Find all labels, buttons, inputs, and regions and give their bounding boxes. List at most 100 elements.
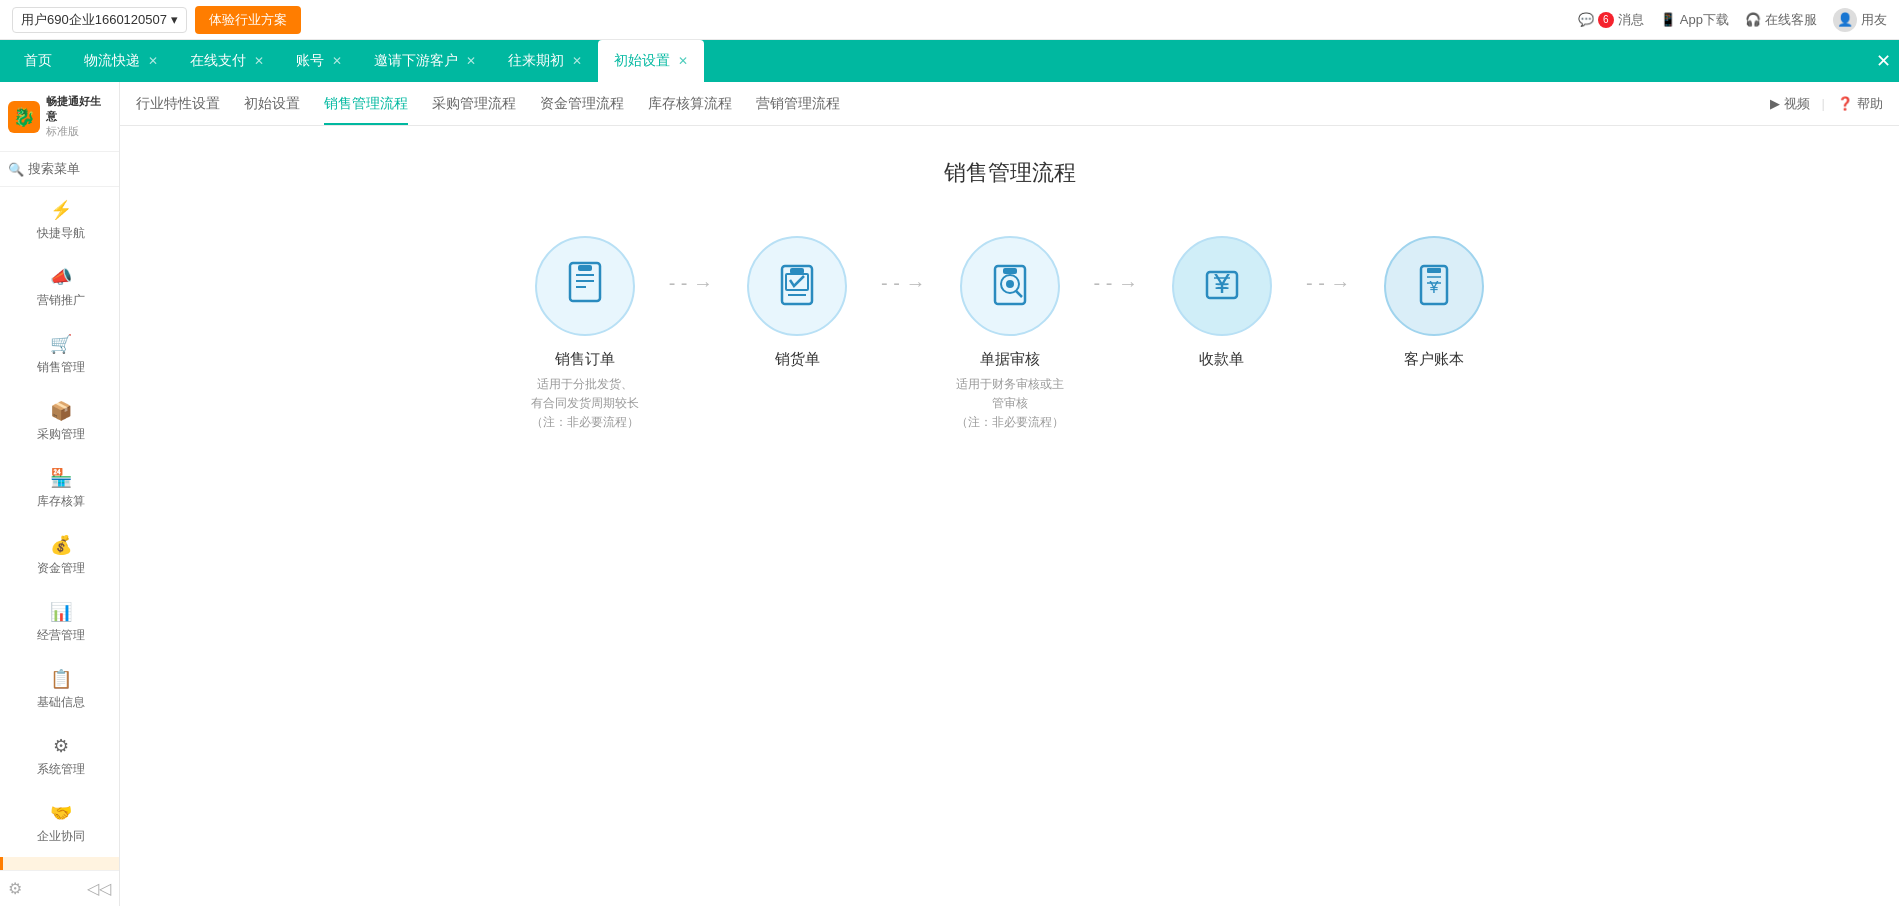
sidebar-item-collab-label: 企业协同 bbox=[37, 828, 85, 845]
service-icon: 🎧 bbox=[1745, 12, 1761, 27]
logo-line2: 标准版 bbox=[46, 124, 111, 139]
sub-nav: 行业特性设置 初始设置 销售管理流程 采购管理流程 资金管理流程 库存核算流程 bbox=[120, 82, 1899, 126]
message-item[interactable]: 💬 6 消息 bbox=[1578, 11, 1644, 29]
sidebar-item-quick-label: 快捷导航 bbox=[37, 225, 85, 242]
trial-button[interactable]: 体验行业方案 bbox=[195, 6, 301, 34]
flow-step-receipt[interactable]: ¥ ¥ 收款单 bbox=[1142, 236, 1302, 375]
sidebar-item-operation[interactable]: 📊 经营管理 bbox=[0, 589, 119, 656]
help-item[interactable]: ❓ 帮助 bbox=[1837, 95, 1883, 113]
sidebar-item-operation-label: 经营管理 bbox=[37, 627, 85, 644]
tab-payment[interactable]: 在线支付 ✕ bbox=[174, 40, 280, 82]
sub-tab-finance-flow[interactable]: 资金管理流程 bbox=[540, 82, 624, 125]
tab-payment-close[interactable]: ✕ bbox=[254, 54, 264, 68]
sub-tab-industry-label: 行业特性设置 bbox=[136, 95, 220, 113]
message-badge: 6 bbox=[1598, 12, 1614, 28]
svg-rect-23 bbox=[1427, 268, 1441, 273]
tab-invite[interactable]: 邀请下游客户 ✕ bbox=[358, 40, 492, 82]
sales-order-icon bbox=[560, 257, 610, 316]
sub-tab-initial-label: 初始设置 bbox=[244, 95, 300, 113]
flow-content: 销售管理流程 bbox=[120, 126, 1899, 906]
flow-step-sales-order[interactable]: 销售订单 适用于分批发货、有合同发货周期较长（注：非必要流程） bbox=[505, 236, 665, 433]
svg-text:¥: ¥ bbox=[1215, 273, 1228, 295]
sidebar-logo: 🐉 畅捷通好生意 标准版 bbox=[0, 82, 119, 152]
avatar-icon: 👤 bbox=[1833, 8, 1857, 32]
delivery-name: 销货单 bbox=[775, 350, 820, 369]
sidebar-item-purchase-label: 采购管理 bbox=[37, 426, 85, 443]
tab-period-close[interactable]: ✕ bbox=[572, 54, 582, 68]
sidebar-items: ⚡ 快捷导航 📣 营销推广 🛒 销售管理 📦 采购管理 🏪 库存核算 💰 bbox=[0, 187, 119, 870]
flow-step-review[interactable]: 单据审核 适用于财务审核或主管审核（注：非必要流程） bbox=[930, 236, 1090, 433]
tab-account-close[interactable]: ✕ bbox=[332, 54, 342, 68]
sub-tab-marketing-flow-label: 营销管理流程 bbox=[756, 95, 840, 113]
top-bar: 用户690企业1660120507 ▾ 体验行业方案 💬 6 消息 📱 App下… bbox=[0, 0, 1899, 40]
app-download-item[interactable]: 📱 App下载 bbox=[1660, 11, 1729, 29]
sidebar-search[interactable]: 🔍 搜索菜单 bbox=[0, 152, 119, 187]
sub-tab-marketing-flow[interactable]: 营销管理流程 bbox=[756, 82, 840, 125]
collapse-icon[interactable]: ◁◁ bbox=[87, 879, 111, 898]
sub-tab-industry[interactable]: 行业特性设置 bbox=[136, 82, 220, 125]
sub-tab-sales-flow[interactable]: 销售管理流程 bbox=[324, 82, 408, 125]
logo-icon: 🐉 bbox=[8, 101, 40, 133]
search-label: 搜索菜单 bbox=[28, 160, 80, 178]
sub-tab-initial[interactable]: 初始设置 bbox=[244, 82, 300, 125]
finance-icon: 💰 bbox=[50, 534, 72, 556]
user-avatar-item[interactable]: 👤 用友 bbox=[1833, 8, 1887, 32]
sidebar-item-collab[interactable]: 🤝 企业协同 bbox=[0, 790, 119, 857]
tab-setup-close[interactable]: ✕ bbox=[678, 54, 688, 68]
sub-tab-purchase-flow[interactable]: 采购管理流程 bbox=[432, 82, 516, 125]
sales-order-name: 销售订单 bbox=[555, 350, 615, 369]
review-icon bbox=[985, 260, 1035, 313]
sub-tab-inventory-flow[interactable]: 库存核算流程 bbox=[648, 82, 732, 125]
sidebar: 🐉 畅捷通好生意 标准版 🔍 搜索菜单 ⚡ 快捷导航 📣 营销推广 🛒 销售管理 bbox=[0, 82, 120, 906]
flow-step-ledger[interactable]: ¥ 客户账本 bbox=[1354, 236, 1514, 375]
sub-nav-right: ▶ 视频 | ❓ 帮助 bbox=[1770, 95, 1883, 113]
flow-step-delivery[interactable]: 销货单 bbox=[717, 236, 877, 375]
inventory-icon: 🏪 bbox=[50, 467, 72, 489]
marketing-promo-icon: 📣 bbox=[50, 266, 72, 288]
sales-order-desc: 适用于分批发货、有合同发货周期较长（注：非必要流程） bbox=[531, 375, 639, 433]
nav-close-all-button[interactable]: ✕ bbox=[1876, 50, 1891, 72]
flow-circle-review bbox=[960, 236, 1060, 336]
tab-invite-close[interactable]: ✕ bbox=[466, 54, 476, 68]
tab-account[interactable]: 账号 ✕ bbox=[280, 40, 358, 82]
video-item[interactable]: ▶ 视频 bbox=[1770, 95, 1810, 113]
svg-rect-4 bbox=[578, 265, 592, 271]
content-area: 行业特性设置 初始设置 销售管理流程 采购管理流程 资金管理流程 库存核算流程 bbox=[120, 82, 1899, 906]
tab-logistics[interactable]: 物流快递 ✕ bbox=[68, 40, 174, 82]
settings-icon[interactable]: ⚙ bbox=[8, 879, 22, 898]
sidebar-item-marketing-promo[interactable]: 📣 营销推广 bbox=[0, 254, 119, 321]
chevron-down-icon: ▾ bbox=[171, 12, 178, 27]
tab-logistics-close[interactable]: ✕ bbox=[148, 54, 158, 68]
sidebar-item-inventory[interactable]: 🏪 库存核算 bbox=[0, 455, 119, 522]
online-service-label: 在线客服 bbox=[1765, 11, 1817, 29]
app-download-label: App下载 bbox=[1680, 11, 1729, 29]
sidebar-item-sales[interactable]: 🛒 销售管理 bbox=[0, 321, 119, 388]
tab-home[interactable]: 首页 bbox=[8, 40, 68, 82]
flow-arrow-3: - - → bbox=[1090, 272, 1142, 295]
tab-setup[interactable]: 初始设置 ✕ bbox=[598, 40, 704, 82]
flow-arrow-4: - - → bbox=[1302, 272, 1354, 295]
user-select[interactable]: 用户690企业1660120507 ▾ bbox=[12, 7, 187, 33]
logo-text: 畅捷通好生意 标准版 bbox=[46, 94, 111, 139]
tab-invite-label: 邀请下游客户 bbox=[374, 52, 458, 70]
sidebar-item-system[interactable]: ⚙ 系统管理 bbox=[0, 723, 119, 790]
video-icon: ▶ bbox=[1770, 96, 1780, 111]
online-service-item[interactable]: 🎧 在线客服 bbox=[1745, 11, 1817, 29]
sub-tab-sales-flow-label: 销售管理流程 bbox=[324, 95, 408, 113]
sidebar-item-purchase[interactable]: 📦 采购管理 bbox=[0, 388, 119, 455]
operation-icon: 📊 bbox=[50, 601, 72, 623]
main-layout: 🐉 畅捷通好生意 标准版 🔍 搜索菜单 ⚡ 快捷导航 📣 营销推广 🛒 销售管理 bbox=[0, 82, 1899, 906]
tab-period-label: 往来期初 bbox=[508, 52, 564, 70]
flow-circle-ledger: ¥ bbox=[1384, 236, 1484, 336]
flow-circle-delivery bbox=[747, 236, 847, 336]
tab-period[interactable]: 往来期初 ✕ bbox=[492, 40, 598, 82]
sidebar-item-quick[interactable]: ⚡ 快捷导航 bbox=[0, 187, 119, 254]
sidebar-item-guide[interactable]: 🧭 新手引导 bbox=[0, 857, 119, 870]
sidebar-item-basic[interactable]: 📋 基础信息 bbox=[0, 656, 119, 723]
tab-setup-label: 初始设置 bbox=[614, 52, 670, 70]
sidebar-item-basic-label: 基础信息 bbox=[37, 694, 85, 711]
sidebar-item-finance[interactable]: 💰 资金管理 bbox=[0, 522, 119, 589]
top-bar-left: 用户690企业1660120507 ▾ 体验行业方案 bbox=[12, 6, 301, 34]
flow-diagram: 销售订单 适用于分批发货、有合同发货周期较长（注：非必要流程） - - → bbox=[144, 236, 1875, 433]
sub-tab-inventory-flow-label: 库存核算流程 bbox=[648, 95, 732, 113]
